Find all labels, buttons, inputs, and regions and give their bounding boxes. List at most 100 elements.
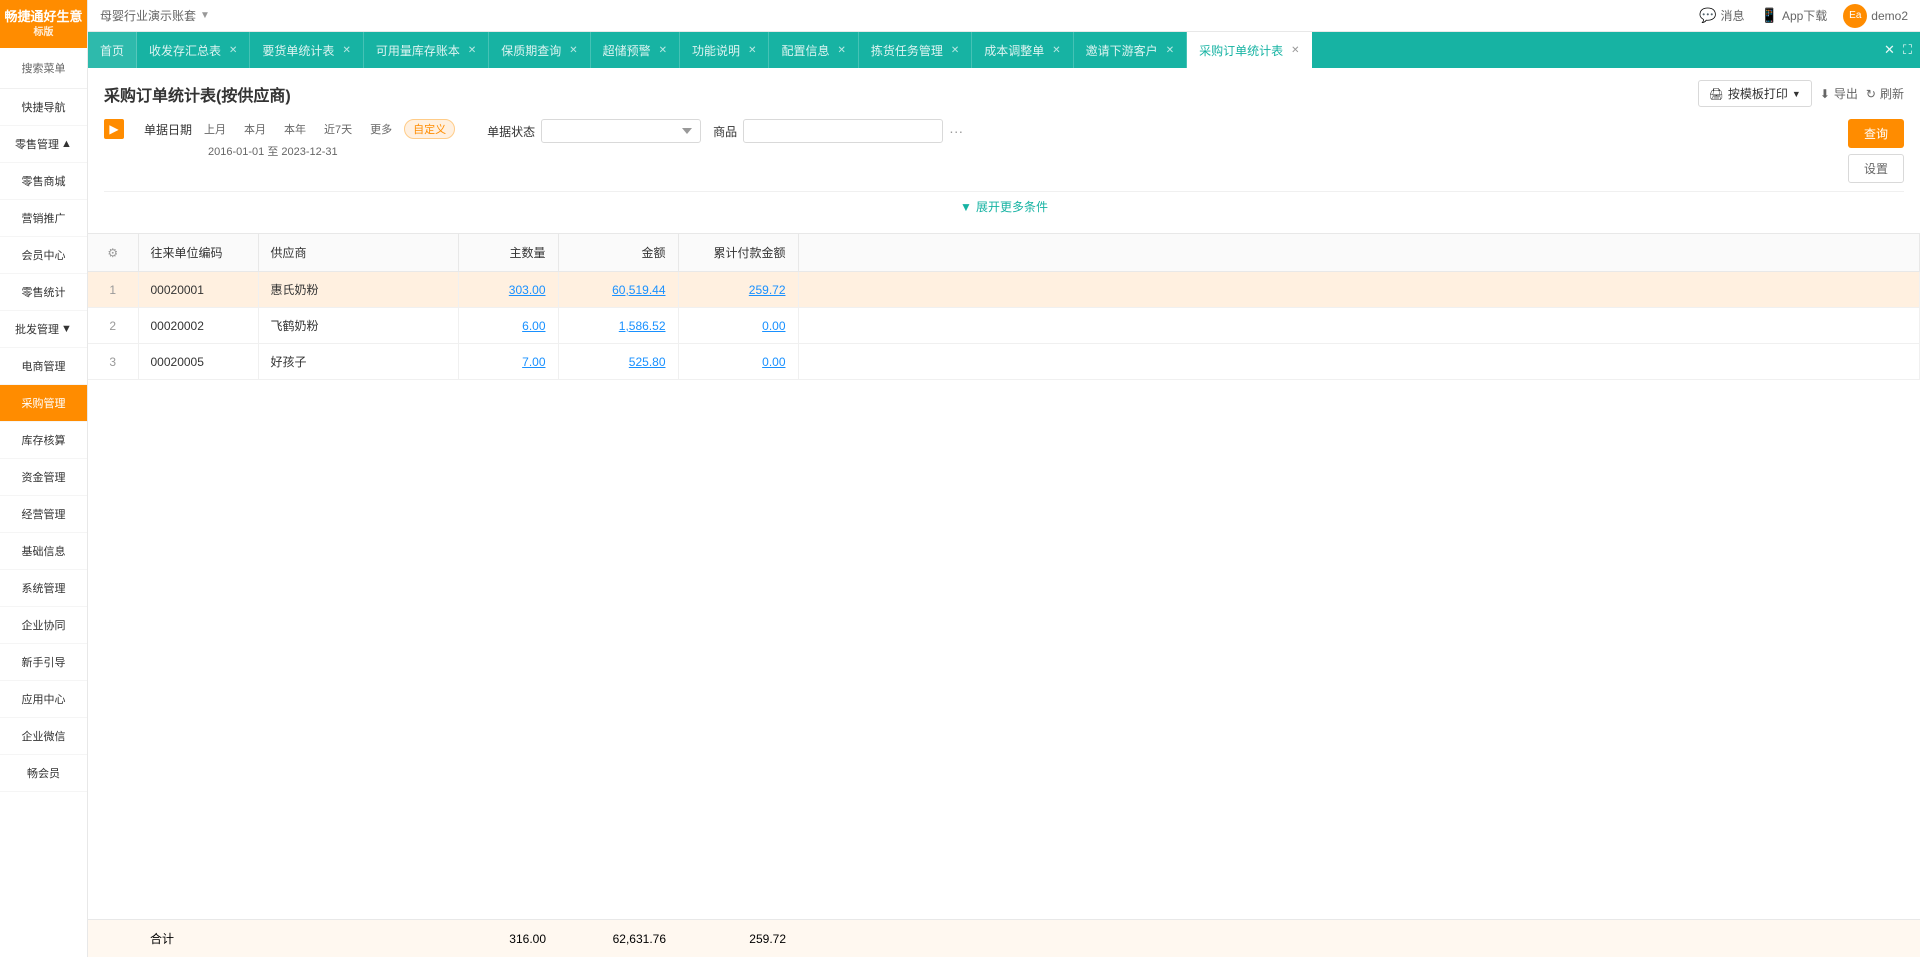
account-dropdown[interactable]: 母婴行业演示账套 ▼ [100, 7, 210, 24]
row-supplier: 好孩子 [258, 344, 458, 380]
summary-empty-3 [798, 930, 1920, 947]
refresh-button[interactable]: ↻ 刷新 [1866, 85, 1904, 102]
expand-more-button[interactable]: ▼ 展开更多条件 [104, 191, 1904, 221]
qty-link[interactable]: 7.00 [522, 355, 545, 369]
shortcut-7days[interactable]: 近7天 [318, 119, 358, 139]
goods-input[interactable] [743, 119, 943, 143]
sidebar-item-batch-mgmt[interactable]: 批发管理 ▼ [0, 311, 87, 348]
sidebar-item-retail-shop[interactable]: 零售商城 [0, 163, 87, 200]
tab-caigoudandstat[interactable]: 采购订单统计表 ✕ [1187, 32, 1312, 68]
action-buttons: 查询 设置 [1848, 119, 1904, 183]
sidebar-item-newbie[interactable]: 新手引导 [0, 644, 87, 681]
row-amount: 1,586.52 [558, 308, 678, 344]
table-row[interactable]: 3 00020005 好孩子 7.00 525.80 0.00 [88, 344, 1920, 380]
shortcut-last-month[interactable]: 上月 [198, 119, 232, 139]
tab-close-icon[interactable]: ✕ [659, 45, 667, 56]
qty-link[interactable]: 303.00 [509, 283, 546, 297]
shortcut-more[interactable]: 更多 [364, 119, 398, 139]
sidebar-item-finance[interactable]: 资金管理 [0, 459, 87, 496]
table-row[interactable]: 1 00020001 惠氏奶粉 303.00 60,519.44 259.72 [88, 272, 1920, 308]
summary-qty: 316.00 [458, 930, 558, 947]
paid-link[interactable]: 259.72 [749, 283, 786, 297]
export-button[interactable]: ⬇ 导出 [1820, 85, 1858, 102]
table-row[interactable]: 2 00020002 飞鹤奶粉 6.00 1,586.52 0.00 [88, 308, 1920, 344]
sidebar-item-app-center[interactable]: 应用中心 [0, 681, 87, 718]
tab-baozhi[interactable]: 保质期查询 ✕ [489, 32, 590, 68]
sidebar-item-basic-info[interactable]: 基础信息 [0, 533, 87, 570]
sidebar-item-retail-mgmt[interactable]: 零售管理 ▲ [0, 126, 87, 163]
tab-peizhi[interactable]: 配置信息 ✕ [769, 32, 858, 68]
tab-close-active-icon[interactable]: ✕ [1291, 45, 1299, 56]
user-name: demo2 [1871, 9, 1908, 23]
tab-shoufahuizong[interactable]: 收发存汇总表 ✕ [137, 32, 250, 68]
table-container: ⚙ 往来单位编码 供应商 主数量 金额 累计付款金额 1 00020001 [88, 234, 1920, 919]
tab-close-icon[interactable]: ✕ [342, 45, 350, 56]
tab-chengbentiaozhen[interactable]: 成本调整单 ✕ [972, 32, 1073, 68]
chevron-down-icon: ▼ [960, 200, 972, 214]
paid-link[interactable]: 0.00 [762, 355, 785, 369]
sidebar-item-member[interactable]: 会员中心 [0, 237, 87, 274]
qty-link[interactable]: 6.00 [522, 319, 545, 333]
summary-amount: 62,631.76 [558, 930, 678, 947]
close-window-icon[interactable]: ✕ [1884, 42, 1895, 58]
tab-gongneng[interactable]: 功能说明 ✕ [680, 32, 769, 68]
tab-label: 功能说明 [692, 42, 740, 59]
sidebar-item-sys-mgmt[interactable]: 系统管理 [0, 570, 87, 607]
sidebar-item-label: 零售商城 [22, 173, 66, 189]
tab-close-icon[interactable]: ✕ [1052, 45, 1060, 56]
tab-close-icon[interactable]: ✕ [1166, 45, 1174, 56]
tab-yaohuodanjstat[interactable]: 要货单统计表 ✕ [250, 32, 363, 68]
sidebar-item-ecom-mgmt[interactable]: 电商管理 [0, 348, 87, 385]
message-label: 消息 [1720, 7, 1744, 24]
tab-close-icon[interactable]: ✕ [837, 45, 845, 56]
query-button[interactable]: 查询 [1848, 119, 1904, 148]
row-amount: 60,519.44 [558, 272, 678, 308]
maximize-icon[interactable]: ⛶ [1903, 42, 1912, 58]
sidebar-item-purchase-mgmt[interactable]: 采购管理 [0, 385, 87, 422]
tab-home[interactable]: 首页 [88, 32, 137, 68]
user-profile[interactable]: Ea demo2 [1843, 4, 1908, 28]
row-paid: 0.00 [678, 308, 798, 344]
shortcut-this-month[interactable]: 本月 [238, 119, 272, 139]
tab-chaochuyujing[interactable]: 超储预警 ✕ [591, 32, 680, 68]
shortcut-this-year[interactable]: 本年 [278, 119, 312, 139]
paid-link[interactable]: 0.00 [762, 319, 785, 333]
expand-arrow-button[interactable]: ▶ [104, 119, 124, 139]
sidebar-item-retail-stat[interactable]: 零售统计 [0, 274, 87, 311]
gear-icon[interactable]: ⚙ [107, 246, 118, 260]
amount-link[interactable]: 60,519.44 [612, 283, 665, 297]
amount-link[interactable]: 1,586.52 [619, 319, 666, 333]
settings-button[interactable]: 设置 [1848, 154, 1904, 183]
sidebar-item-inventory[interactable]: 库存核算 [0, 422, 87, 459]
print-icon: 🖨 [1709, 87, 1724, 101]
status-select[interactable] [541, 119, 701, 143]
sidebar-item-quick-nav[interactable]: 快捷导航 [0, 89, 87, 126]
tab-keyongliang[interactable]: 可用量库存账本 ✕ [364, 32, 489, 68]
tab-peihuorenwu[interactable]: 拣货任务管理 ✕ [859, 32, 972, 68]
summary-empty-1 [88, 930, 138, 947]
template-print-button[interactable]: 🖨 按模板打印 ▼ [1698, 80, 1812, 107]
sidebar-item-enterprise[interactable]: 企业协同 [0, 607, 87, 644]
tab-close-icon[interactable]: ✕ [569, 45, 577, 56]
tab-label: 保质期查询 [501, 42, 561, 59]
tab-close-icon[interactable]: ✕ [748, 45, 756, 56]
search-menu-button[interactable]: 搜索菜单 [6, 56, 81, 80]
sidebar-item-marketing[interactable]: 营销推广 [0, 200, 87, 237]
custom-date-badge[interactable]: 自定义 [404, 119, 455, 139]
tabbar-actions: ✕ ⛶ [1884, 42, 1920, 58]
sidebar-item-enterprise-wechat[interactable]: 企业微信 [0, 718, 87, 755]
sidebar-item-vip[interactable]: 畅会员 [0, 755, 87, 792]
message-button[interactable]: 💬 消息 [1699, 7, 1744, 24]
tab-close-icon[interactable]: ✕ [229, 45, 237, 56]
app-download-button[interactable]: 📱 App下载 [1761, 7, 1828, 24]
amount-link[interactable]: 525.80 [629, 355, 666, 369]
tabbar: 首页 收发存汇总表 ✕ 要货单统计表 ✕ 可用量库存账本 ✕ 保质期查询 ✕ 超… [88, 32, 1920, 68]
tab-close-icon[interactable]: ✕ [468, 45, 476, 56]
download-icon: 📱 [1761, 7, 1778, 24]
chevron-down-icon: ▼ [1792, 89, 1801, 99]
sidebar-item-ops-mgmt[interactable]: 经营管理 [0, 496, 87, 533]
tab-close-icon[interactable]: ✕ [951, 45, 959, 56]
tab-label: 成本调整单 [984, 42, 1044, 59]
more-options-icon[interactable]: ··· [949, 123, 963, 139]
tab-yaoqing[interactable]: 邀请下游客户 ✕ [1074, 32, 1187, 68]
